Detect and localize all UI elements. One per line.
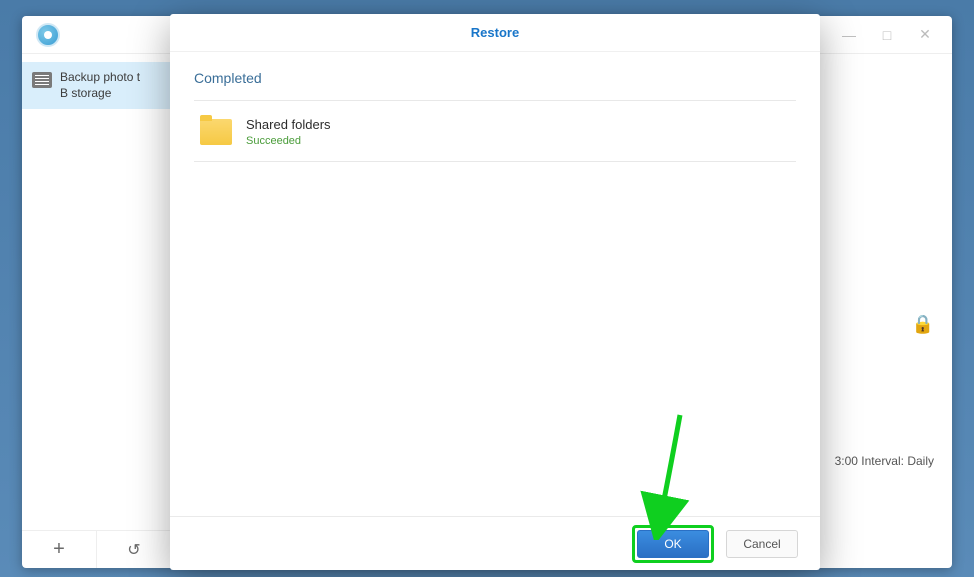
result-text: Shared folders Succeeded	[246, 117, 331, 147]
restore-dialog: Restore Completed Shared folders Succeed…	[170, 14, 820, 570]
result-status: Succeeded	[246, 135, 331, 147]
modal-overlay: Restore Completed Shared folders Succeed…	[0, 0, 974, 577]
ok-button[interactable]: OK	[637, 530, 709, 558]
section-title: Completed	[194, 70, 796, 86]
folder-icon	[200, 119, 232, 145]
result-item: Shared folders Succeeded	[194, 113, 796, 162]
cancel-button[interactable]: Cancel	[726, 530, 798, 558]
dialog-footer: OK Cancel	[170, 516, 820, 570]
ok-button-highlight: OK	[632, 525, 714, 563]
dialog-body: Completed Shared folders Succeeded	[170, 52, 820, 516]
result-title: Shared folders	[246, 117, 331, 132]
dialog-title: Restore	[170, 14, 820, 52]
divider	[194, 100, 796, 101]
